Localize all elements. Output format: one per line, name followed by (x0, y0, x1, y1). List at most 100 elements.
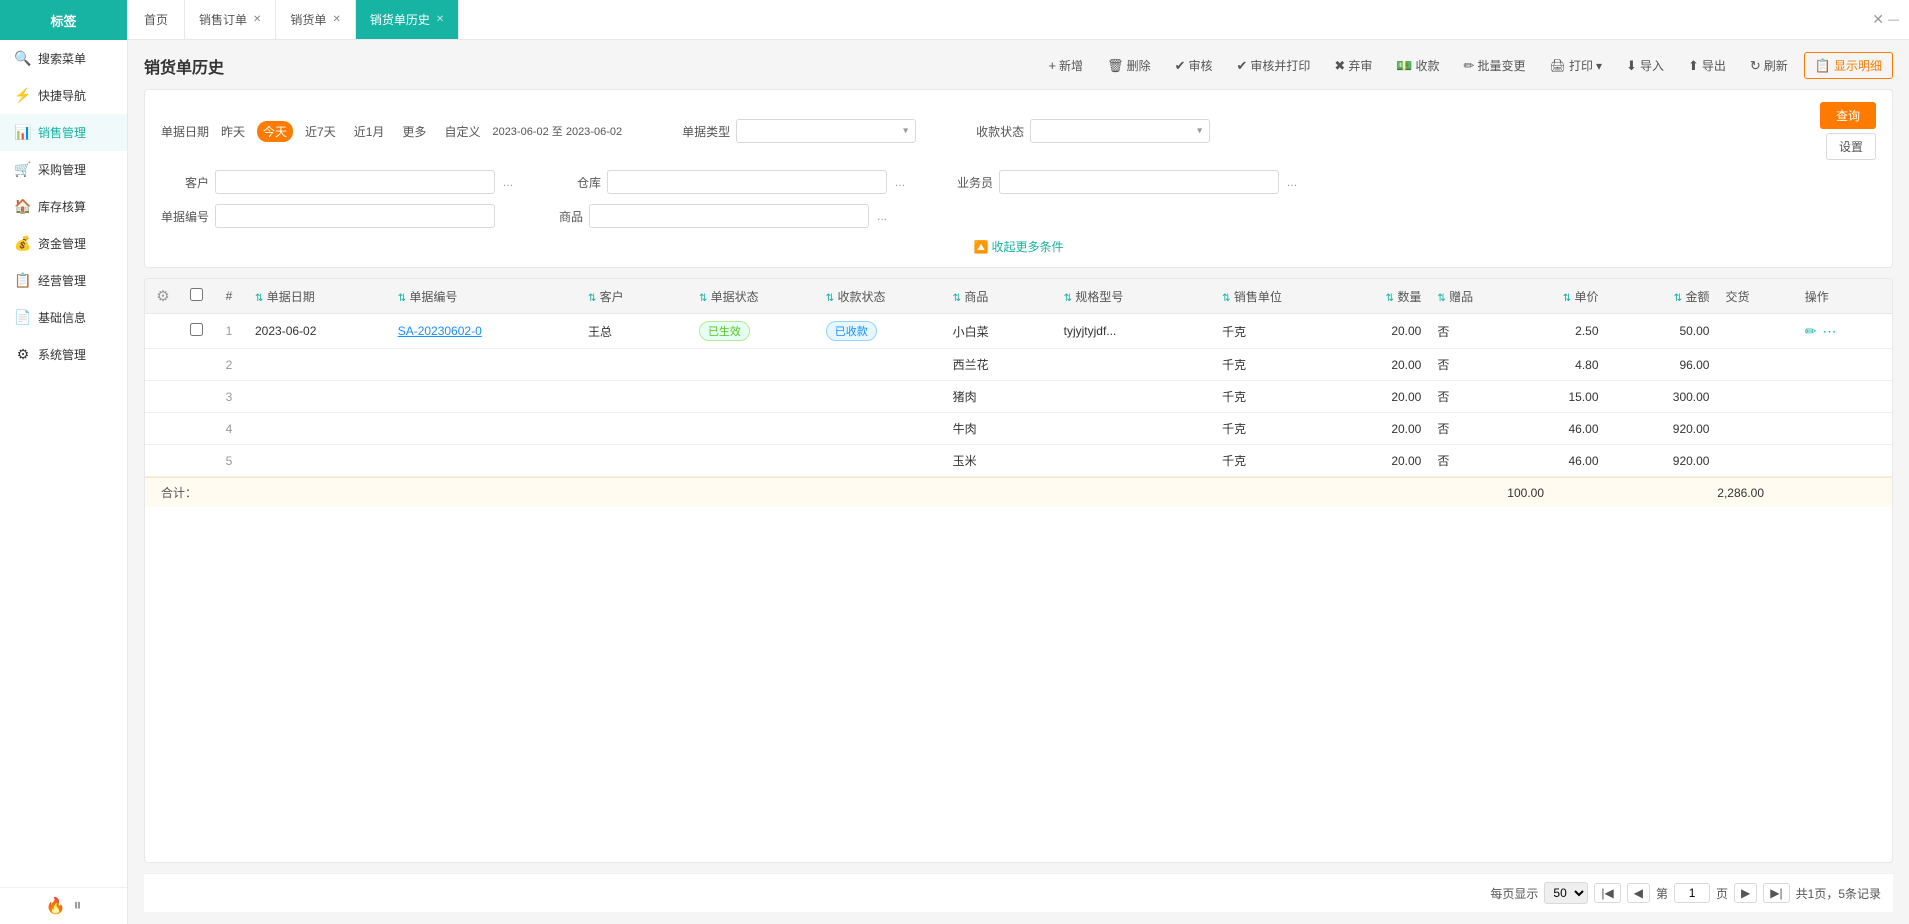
col-unit-price[interactable]: ⇅ 单价 (1511, 279, 1606, 314)
col-doc-number[interactable]: ⇅ 单据编号 (390, 279, 580, 314)
tab-sales-order[interactable]: 销售订单 ✕ (185, 0, 276, 39)
discard-button[interactable]: ✖ 弃审 (1326, 53, 1380, 78)
doc-number-input[interactable] (215, 204, 495, 228)
sidebar-item-finance-mgmt[interactable]: 💰 资金管理 (0, 225, 127, 262)
next-page-button[interactable]: ▶ (1734, 883, 1757, 903)
last-page-button[interactable]: ▶| (1763, 883, 1789, 903)
fire-icon[interactable]: 🔥 (46, 896, 66, 916)
print-button[interactable]: 🖨 打印 ▾ (1541, 53, 1610, 78)
doc-date-cell (247, 381, 390, 413)
gift-cell: 否 (1429, 445, 1511, 477)
salesperson-input[interactable] (999, 170, 1279, 194)
sidebar-item-operations-mgmt[interactable]: 📋 经营管理 (0, 262, 127, 299)
sidebar-item-system-mgmt[interactable]: ⚙ 系统管理 (0, 336, 127, 373)
collapse-button[interactable]: 🔼 收起更多条件 (161, 238, 1876, 255)
select-all-checkbox[interactable] (190, 288, 203, 301)
tab-home[interactable]: 首页 (128, 0, 185, 39)
basic-info-icon: 📄 (14, 309, 32, 326)
table-settings-gear[interactable]: ⚙ (156, 288, 169, 305)
refresh-button[interactable]: ↻ 刷新 (1742, 53, 1796, 78)
doc-status-badge: 已生效 (699, 321, 750, 341)
sidebar-item-sales-mgmt[interactable]: 📊 销售管理 (0, 114, 127, 151)
col-doc-status[interactable]: ⇅ 单据状态 (691, 279, 818, 314)
date-chip-7days[interactable]: 近7天 (299, 121, 342, 142)
batch-change-button[interactable]: ✏ 批量变更 (1456, 53, 1534, 78)
sidebar-item-purchase-mgmt[interactable]: 🛒 采购管理 (0, 151, 127, 188)
col-doc-date[interactable]: ⇅ 单据日期 (247, 279, 390, 314)
inventory-icon: 🏠 (14, 198, 32, 215)
action-cell (1797, 381, 1892, 413)
window-minimize-button[interactable]: — (1888, 14, 1899, 26)
date-chip-yesterday[interactable]: 昨天 (215, 121, 251, 142)
tab-close-sales-goods-history[interactable]: ✕ (436, 14, 444, 25)
goods-input[interactable] (589, 204, 869, 228)
doc-type-select[interactable] (736, 119, 916, 143)
table-row: 4 牛肉 千克 20.00 否 46.00 920.00 (145, 413, 1892, 445)
col-customer[interactable]: ⇅ 客户 (580, 279, 691, 314)
goods-dots[interactable]: ... (877, 209, 887, 223)
collapse-label: 收起更多条件 (991, 238, 1063, 255)
transaction-cell (1717, 314, 1796, 349)
window-close-button[interactable]: ✕ (1872, 11, 1884, 28)
page-content: 销货单历史 + 新增 🗑 删除 ✔ 审核 ✔ 审核并打印 (128, 40, 1909, 924)
import-button[interactable]: ⬇ 导入 (1618, 53, 1672, 78)
date-chip-more[interactable]: 更多 (396, 121, 432, 142)
page-number-input[interactable] (1674, 883, 1710, 903)
date-chip-today[interactable]: 今天 (257, 121, 293, 142)
system-icon: ⚙ (14, 346, 32, 363)
query-button[interactable]: 查询 (1820, 102, 1876, 129)
approve-print-button[interactable]: ✔ 审核并打印 (1229, 53, 1319, 78)
col-spec[interactable]: ⇅ 规格型号 (1056, 279, 1215, 314)
collect-button[interactable]: 💵 收款 (1388, 53, 1447, 78)
date-chip-custom[interactable]: 自定义 (438, 121, 486, 142)
date-chip-1month[interactable]: 近1月 (348, 121, 391, 142)
doc-number-link[interactable]: SA-20230602-0 (398, 324, 482, 338)
quantity-cell: 20.00 (1334, 381, 1429, 413)
col-gift[interactable]: ⇅ 赠品 (1429, 279, 1511, 314)
customer-input[interactable] (215, 170, 495, 194)
amount-cell: 920.00 (1607, 413, 1718, 445)
customer-dots[interactable]: ... (503, 175, 513, 189)
col-goods[interactable]: ⇅ 商品 (945, 279, 1056, 314)
tab-close-sales-order[interactable]: ✕ (253, 14, 261, 25)
tab-sales-goods[interactable]: 销货单 ✕ (276, 0, 355, 39)
sidebar-item-search-menu[interactable]: 🔍 搜索菜单 (0, 40, 127, 77)
warehouse-input[interactable] (607, 170, 887, 194)
col-unit[interactable]: ⇅ 销售单位 (1214, 279, 1334, 314)
amount-cell: 920.00 (1607, 445, 1718, 477)
spec-cell (1056, 413, 1215, 445)
show-detail-button[interactable]: 📋 显示明细 (1804, 52, 1893, 79)
more-icon[interactable]: ⋯ (1822, 323, 1836, 340)
approve-button[interactable]: ✔ 审核 (1167, 53, 1221, 78)
first-page-button[interactable]: |◀ (1594, 883, 1620, 903)
edit-icon[interactable]: ✏ (1805, 323, 1817, 340)
prev-page-button[interactable]: ◀ (1627, 883, 1650, 903)
filter-row-2: 客户 ... 仓库 ... 业务员 ... (161, 170, 1876, 194)
export-button[interactable]: ⬆ 导出 (1680, 53, 1734, 78)
col-payment-status[interactable]: ⇅ 收款状态 (818, 279, 945, 314)
pause-icon[interactable]: ⏸ (73, 897, 81, 915)
per-page-select[interactable]: 50 (1544, 882, 1588, 904)
sidebar-item-inventory[interactable]: 🏠 库存核算 (0, 188, 127, 225)
new-button[interactable]: + 新增 (1040, 53, 1091, 78)
checkbox-cell (181, 445, 211, 477)
sidebar-item-basic-info[interactable]: 📄 基础信息 (0, 299, 127, 336)
salesperson-dots[interactable]: ... (1287, 175, 1297, 189)
sort-icon: ⇅ (1386, 293, 1394, 304)
row-num-cell: 5 (211, 445, 247, 477)
quantity-cell: 20.00 (1334, 445, 1429, 477)
row-checkbox[interactable] (190, 323, 203, 336)
settings-button[interactable]: 设置 (1826, 133, 1876, 160)
doc-number-cell (390, 349, 580, 381)
payment-status-select[interactable] (1030, 119, 1210, 143)
table-row: 5 玉米 千克 20.00 否 46.00 920.00 (145, 445, 1892, 477)
col-quantity[interactable]: ⇅ 数量 (1334, 279, 1429, 314)
gear-cell (145, 445, 181, 477)
customer-cell: 王总 (580, 314, 691, 349)
col-amount[interactable]: ⇅ 金额 (1607, 279, 1718, 314)
tab-close-sales-goods[interactable]: ✕ (332, 14, 340, 25)
sidebar-item-quick-nav[interactable]: ⚡ 快捷导航 (0, 77, 127, 114)
tab-sales-goods-history[interactable]: 销货单历史 ✕ (356, 0, 459, 39)
warehouse-dots[interactable]: ... (895, 175, 905, 189)
delete-button[interactable]: 🗑 删除 (1099, 53, 1159, 78)
